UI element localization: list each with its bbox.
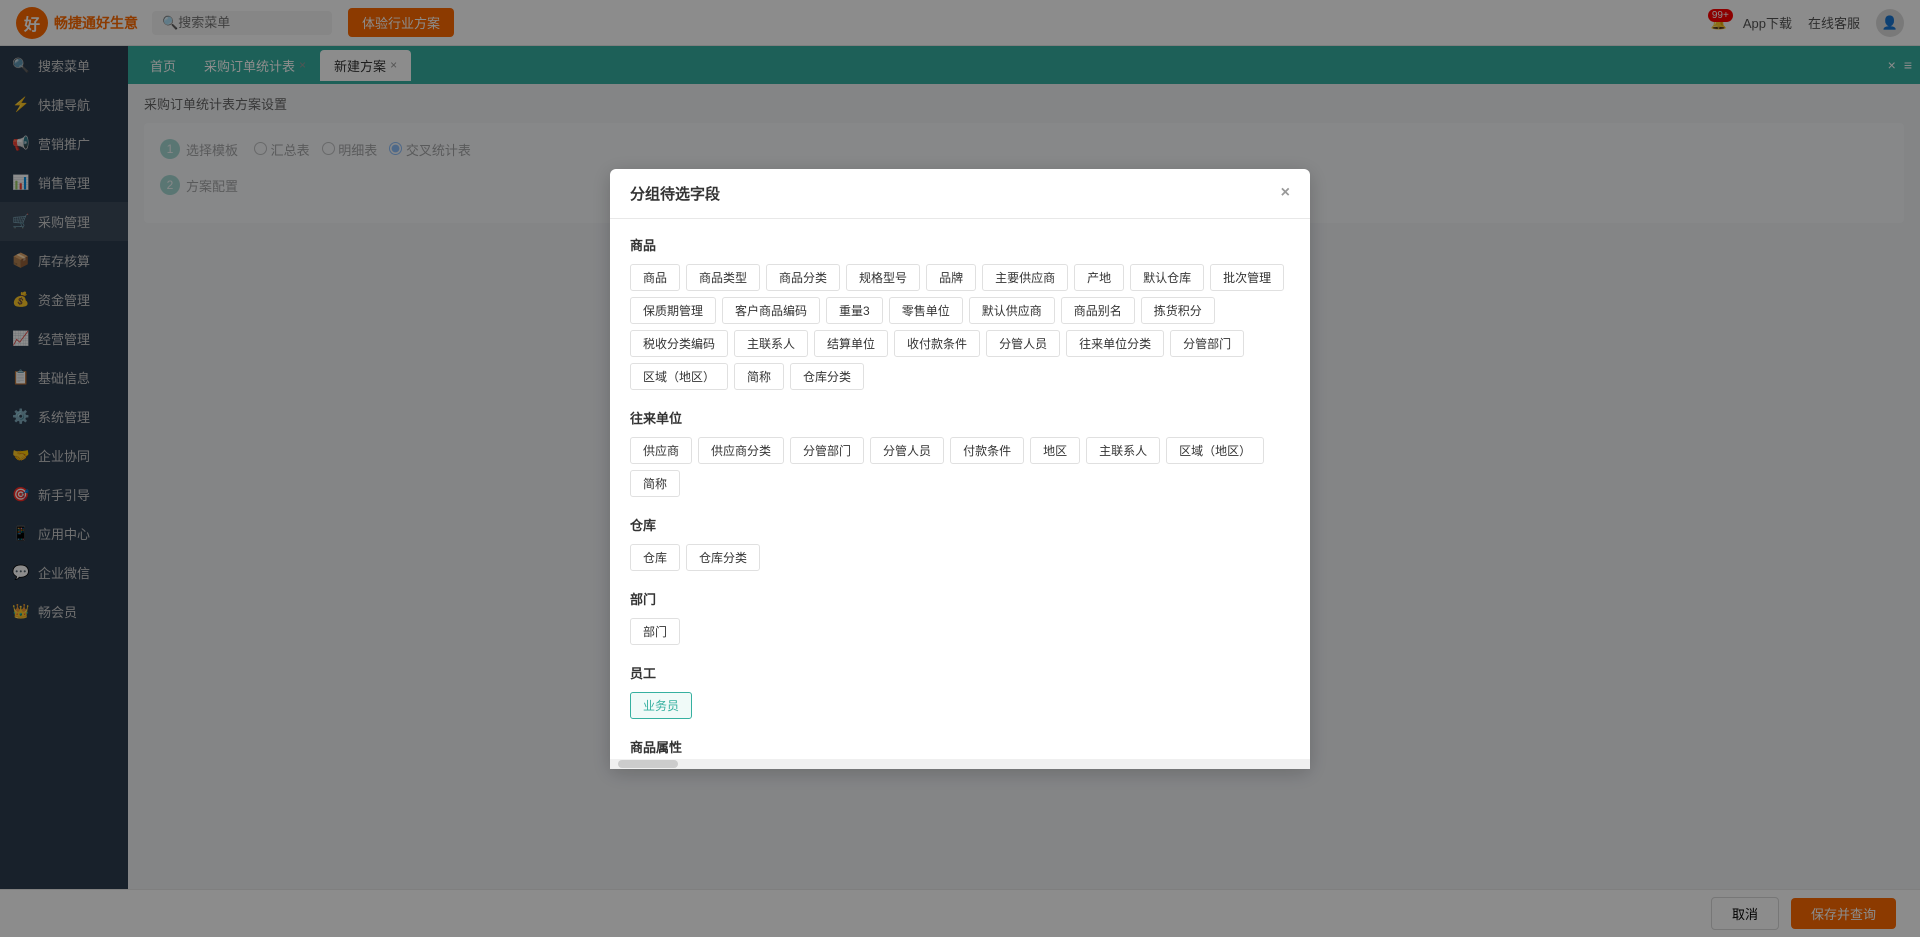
field-tag[interactable]: 商品分类 — [766, 264, 840, 291]
group-title-product: 商品 — [630, 235, 1290, 254]
field-tag[interactable]: 结算单位 — [814, 330, 888, 357]
field-tag[interactable]: 分管人员 — [870, 437, 944, 464]
field-tag[interactable]: 收付款条件 — [894, 330, 980, 357]
group-title-product-attr: 商品属性 — [630, 737, 1290, 756]
field-tag[interactable]: 主联系人 — [734, 330, 808, 357]
dialog-overlay: 分组待选字段 × 商品 商品 商品类型 商品分类 规格型号 品牌 主要供应商 产… — [0, 0, 1920, 937]
field-tag[interactable]: 主联系人 — [1086, 437, 1160, 464]
field-tag-salesperson[interactable]: 业务员 — [630, 692, 692, 719]
field-select-dialog: 分组待选字段 × 商品 商品 商品类型 商品分类 规格型号 品牌 主要供应商 产… — [610, 169, 1310, 769]
field-tag[interactable]: 付款条件 — [950, 437, 1024, 464]
field-tag[interactable]: 拣货积分 — [1141, 297, 1215, 324]
dialog-hscroll-thumb[interactable] — [618, 760, 678, 768]
field-group-partner: 往来单位 供应商 供应商分类 分管部门 分管人员 付款条件 地区 主联系人 区域… — [630, 408, 1290, 497]
field-tag[interactable]: 地区 — [1030, 437, 1080, 464]
field-tag[interactable]: 简称 — [734, 363, 784, 390]
field-tags-product: 商品 商品类型 商品分类 规格型号 品牌 主要供应商 产地 默认仓库 批次管理 … — [630, 264, 1290, 390]
field-tags-partner: 供应商 供应商分类 分管部门 分管人员 付款条件 地区 主联系人 区域（地区） … — [630, 437, 1290, 497]
field-group-warehouse: 仓库 仓库 仓库分类 — [630, 515, 1290, 571]
field-tag[interactable]: 往来单位分类 — [1066, 330, 1164, 357]
field-tag[interactable]: 分管人员 — [986, 330, 1060, 357]
field-tag[interactable]: 分管部门 — [790, 437, 864, 464]
dialog-body[interactable]: 商品 商品 商品类型 商品分类 规格型号 品牌 主要供应商 产地 默认仓库 批次… — [610, 219, 1310, 759]
field-tag[interactable]: 仓库分类 — [686, 544, 760, 571]
field-tag[interactable]: 区域（地区） — [630, 363, 728, 390]
field-tag[interactable]: 供应商分类 — [698, 437, 784, 464]
field-tag[interactable]: 分管部门 — [1170, 330, 1244, 357]
field-tag[interactable]: 商品别名 — [1061, 297, 1135, 324]
field-tags-department: 部门 — [630, 618, 1290, 645]
field-tag[interactable]: 简称 — [630, 470, 680, 497]
field-tag[interactable]: 商品类型 — [686, 264, 760, 291]
field-tag[interactable]: 税收分类编码 — [630, 330, 728, 357]
field-tag[interactable]: 品牌 — [926, 264, 976, 291]
field-tag[interactable]: 规格型号 — [846, 264, 920, 291]
group-title-warehouse: 仓库 — [630, 515, 1290, 534]
field-tag[interactable]: 批次管理 — [1210, 264, 1284, 291]
field-tags-warehouse: 仓库 仓库分类 — [630, 544, 1290, 571]
field-tag[interactable]: 区域（地区） — [1166, 437, 1264, 464]
group-title-employee: 员工 — [630, 663, 1290, 682]
field-tag[interactable]: 重量3 — [826, 297, 883, 324]
dialog-horizontal-scrollbar[interactable] — [610, 759, 1310, 769]
field-tag[interactable]: 商品 — [630, 264, 680, 291]
field-tag[interactable]: 零售单位 — [889, 297, 963, 324]
dialog-close-button[interactable]: × — [1281, 184, 1290, 202]
field-tag[interactable]: 产地 — [1074, 264, 1124, 291]
field-group-product-attr: 商品属性 属性 颜色 多规格 尺码 鞋码 1 — [630, 737, 1290, 759]
field-tag[interactable]: 仓库分类 — [790, 363, 864, 390]
field-tag[interactable]: 保质期管理 — [630, 297, 716, 324]
field-group-department: 部门 部门 — [630, 589, 1290, 645]
field-tag[interactable]: 供应商 — [630, 437, 692, 464]
field-tag[interactable]: 主要供应商 — [982, 264, 1068, 291]
dialog-header: 分组待选字段 × — [610, 169, 1310, 219]
field-tags-employee: 业务员 — [630, 692, 1290, 719]
dialog-title: 分组待选字段 — [630, 183, 720, 204]
field-tag[interactable]: 部门 — [630, 618, 680, 645]
field-tag[interactable]: 客户商品编码 — [722, 297, 820, 324]
field-tag[interactable]: 仓库 — [630, 544, 680, 571]
field-group-product: 商品 商品 商品类型 商品分类 规格型号 品牌 主要供应商 产地 默认仓库 批次… — [630, 235, 1290, 390]
field-tag[interactable]: 默认供应商 — [969, 297, 1055, 324]
group-title-department: 部门 — [630, 589, 1290, 608]
field-group-employee: 员工 业务员 — [630, 663, 1290, 719]
field-tag[interactable]: 默认仓库 — [1130, 264, 1204, 291]
group-title-partner: 往来单位 — [630, 408, 1290, 427]
